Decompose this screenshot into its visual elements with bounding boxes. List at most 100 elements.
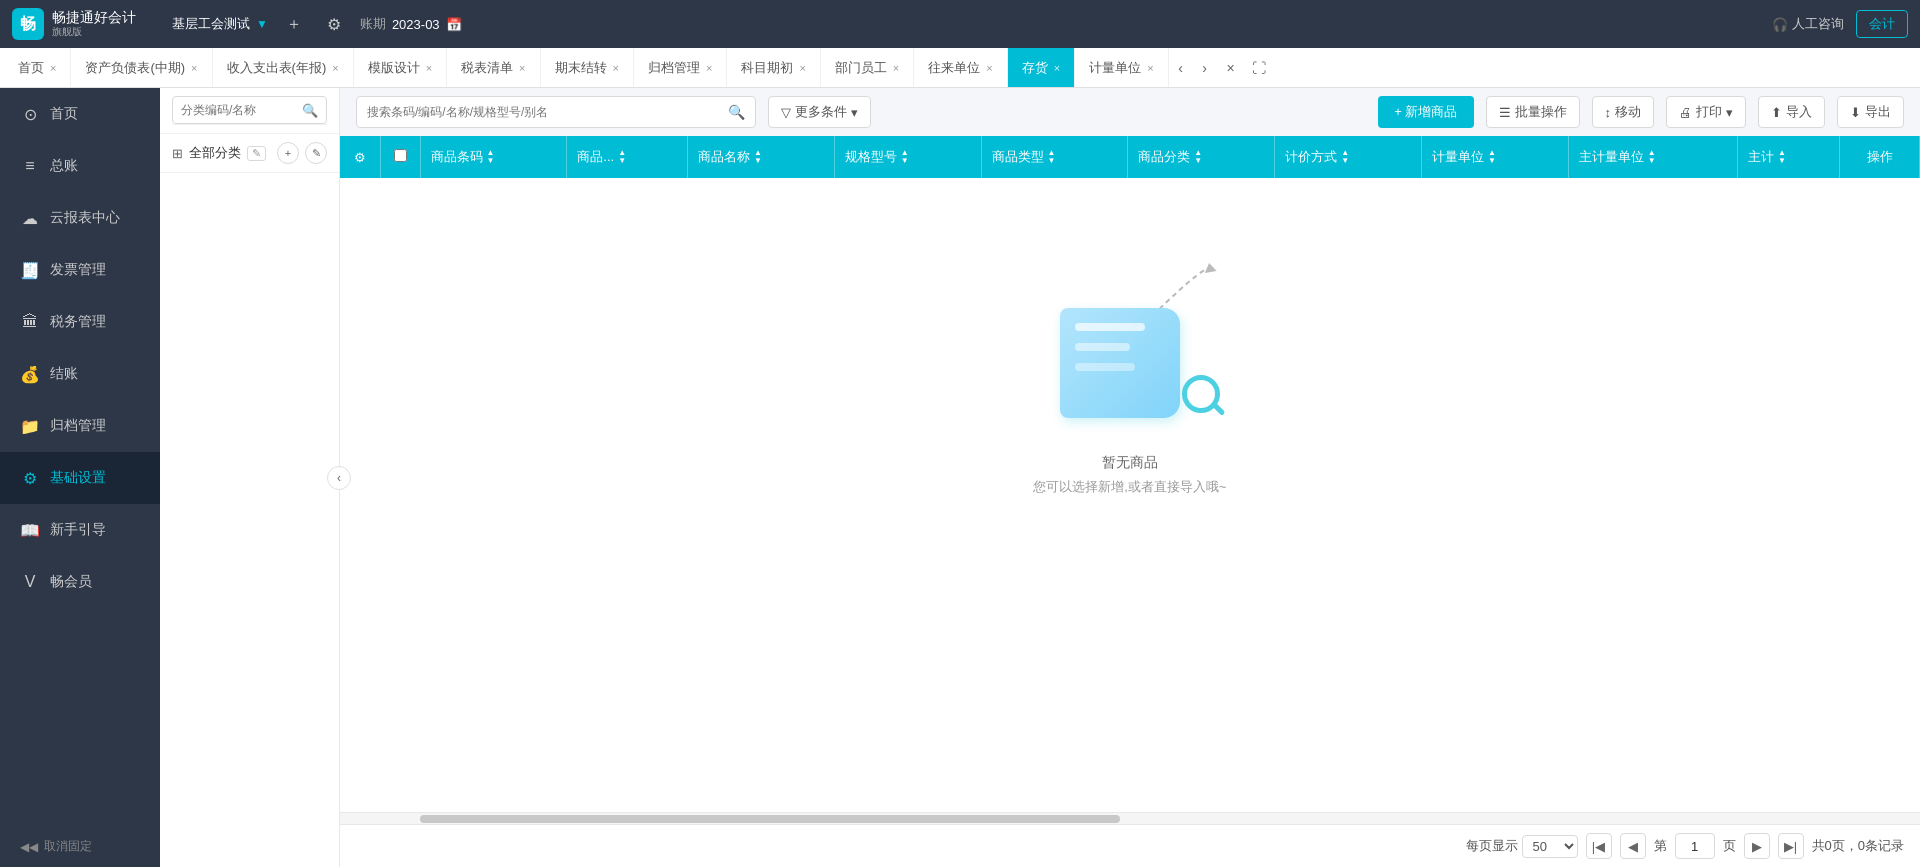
- horizontal-scrollbar[interactable]: [340, 812, 1920, 824]
- tab-期末结转[interactable]: 期末结转 ×: [541, 48, 634, 88]
- prev-page-button[interactable]: ◀: [1620, 833, 1646, 859]
- tab-close-往来单位[interactable]: ×: [986, 62, 992, 74]
- tab-close-科目期初[interactable]: ×: [799, 62, 805, 74]
- th-main-unit[interactable]: 主计量单位 ▲▼: [1568, 136, 1737, 178]
- product-search-bar[interactable]: 🔍: [356, 96, 756, 128]
- import-button[interactable]: ⬆ 导入: [1758, 96, 1825, 128]
- tab-scroll-right[interactable]: ›: [1193, 48, 1217, 88]
- category-search-input[interactable]: 🔍: [172, 96, 327, 124]
- tab-税表清单[interactable]: 税表清单 ×: [447, 48, 540, 88]
- product-search-input[interactable]: [367, 105, 722, 119]
- category-header: 🔍: [160, 88, 339, 134]
- tab-部门员工[interactable]: 部门员工 ×: [821, 48, 914, 88]
- th-settings[interactable]: ⚙: [340, 136, 380, 178]
- all-category-row[interactable]: ⊞ 全部分类 ✎ + ✎: [160, 134, 339, 173]
- tab-存货[interactable]: 存货 ×: [1008, 48, 1075, 88]
- th-category[interactable]: 商品分类 ▲▼: [1128, 136, 1275, 178]
- tab-往来单位[interactable]: 往来单位 ×: [914, 48, 1007, 88]
- period-area: 账期 2023-03 📅: [360, 15, 462, 33]
- sidebar-item-member[interactable]: V 畅会员: [0, 556, 160, 608]
- edit-category-button[interactable]: ✎: [305, 142, 327, 164]
- th-checkbox[interactable]: [380, 136, 420, 178]
- print-icon: 🖨: [1679, 105, 1692, 120]
- tab-close-首页[interactable]: ×: [50, 62, 56, 74]
- export-button[interactable]: ⬇ 导出: [1837, 96, 1904, 128]
- empty-state-row: 暂无商品 您可以选择新增,或者直接导入哦~: [340, 178, 1920, 576]
- empty-state: 暂无商品 您可以选择新增,或者直接导入哦~: [340, 178, 1920, 576]
- tab-收入支出表[interactable]: 收入支出表(年报) ×: [213, 48, 354, 88]
- tab-close-资产负债表[interactable]: ×: [191, 62, 197, 74]
- add-category-button[interactable]: +: [277, 142, 299, 164]
- page-size-select[interactable]: 50 10 20 100: [1522, 835, 1578, 858]
- tab-scroll-left[interactable]: ‹: [1169, 48, 1193, 88]
- tab-expand[interactable]: ⛶: [1245, 48, 1273, 88]
- th-main-count[interactable]: 主计 ▲▼: [1738, 136, 1840, 178]
- guide-icon: 📖: [20, 521, 40, 540]
- th-type[interactable]: 商品类型 ▲▼: [981, 136, 1128, 178]
- tab-close-all[interactable]: ×: [1217, 48, 1245, 88]
- sidebar-item-settings[interactable]: ⚙ 基础设置: [0, 452, 160, 504]
- sidebar-item-reports[interactable]: ☁ 云报表中心: [0, 192, 160, 244]
- tab-close-税表清单[interactable]: ×: [519, 62, 525, 74]
- th-name[interactable]: 商品名称 ▲▼: [687, 136, 834, 178]
- product-search-icon[interactable]: 🔍: [728, 104, 745, 120]
- tab-close-计量单位[interactable]: ×: [1147, 62, 1153, 74]
- app-logo-text: 畅捷通好会计 旗舰版: [52, 9, 136, 40]
- th-spec[interactable]: 规格型号 ▲▼: [834, 136, 981, 178]
- more-filter-button[interactable]: ▽ 更多条件 ▾: [768, 96, 871, 128]
- category-search-area: 🔍: [172, 96, 327, 125]
- collapse-panel-button[interactable]: ‹: [327, 466, 351, 490]
- app-logo-icon: 畅: [12, 8, 44, 40]
- empty-desc: 您可以选择新增,或者直接导入哦~: [1033, 478, 1226, 496]
- action-bar: 🔍 ▽ 更多条件 ▾ + 新增商品 ☰ 批量操作: [340, 88, 1920, 136]
- sidebar-unpin-button[interactable]: ◀◀ 取消固定: [0, 826, 160, 867]
- settings-button[interactable]: ⚙: [320, 10, 348, 38]
- edit-category-icon[interactable]: ✎: [247, 146, 266, 161]
- sidebar-item-close[interactable]: 💰 结账: [0, 348, 160, 400]
- first-page-button[interactable]: |◀: [1586, 833, 1612, 859]
- tab-close-部门员工[interactable]: ×: [893, 62, 899, 74]
- company-selector[interactable]: 基层工会测试 ▼: [172, 15, 268, 33]
- sidebar-item-home[interactable]: ⊙ 首页: [0, 88, 160, 140]
- th-barcode[interactable]: 商品条码 ▲▼: [420, 136, 567, 178]
- tab-模版设计[interactable]: 模版设计 ×: [354, 48, 447, 88]
- sidebar-item-ledger[interactable]: ≡ 总账: [0, 140, 160, 192]
- tab-归档管理[interactable]: 归档管理 ×: [634, 48, 727, 88]
- main-content: 🔍 ▽ 更多条件 ▾ + 新增商品 ☰ 批量操作: [340, 88, 1920, 867]
- pagination-bar: 每页显示 50 10 20 100 |◀ ◀ 第 页 ▶ ▶|: [340, 824, 1920, 867]
- batch-icon: ☰: [1499, 105, 1511, 120]
- batch-operation-button[interactable]: ☰ 批量操作: [1486, 96, 1580, 128]
- archive-icon: 📁: [20, 417, 40, 436]
- move-button[interactable]: ↕ 移动: [1592, 96, 1655, 128]
- last-page-button[interactable]: ▶|: [1778, 833, 1804, 859]
- tab-close-归档管理[interactable]: ×: [706, 62, 712, 74]
- add-tab-button[interactable]: ＋: [280, 10, 308, 38]
- scroll-thumb[interactable]: [420, 815, 1120, 823]
- tab-首页[interactable]: 首页 ×: [4, 48, 71, 88]
- th-code[interactable]: 商品... ▲▼: [567, 136, 688, 178]
- tab-计量单位[interactable]: 计量单位 ×: [1075, 48, 1168, 88]
- th-unit[interactable]: 计量单位 ▲▼: [1421, 136, 1568, 178]
- next-page-button[interactable]: ▶: [1744, 833, 1770, 859]
- page-number-input[interactable]: [1675, 833, 1715, 859]
- tab-close-模版设计[interactable]: ×: [426, 62, 432, 74]
- print-button[interactable]: 🖨 打印 ▾: [1666, 96, 1746, 128]
- th-price-method[interactable]: 计价方式 ▲▼: [1275, 136, 1422, 178]
- tab-close-存货[interactable]: ×: [1054, 62, 1060, 74]
- kuaiji-button[interactable]: 会计: [1856, 10, 1908, 38]
- tab-资产负债表[interactable]: 资产负债表(中期) ×: [71, 48, 212, 88]
- tab-close-收入支出表[interactable]: ×: [332, 62, 338, 74]
- tab-科目期初[interactable]: 科目期初 ×: [727, 48, 820, 88]
- category-search-icon[interactable]: 🔍: [302, 103, 318, 118]
- sidebar-item-archive[interactable]: 📁 归档管理: [0, 400, 160, 452]
- add-product-button[interactable]: + 新增商品: [1378, 96, 1473, 128]
- tab-close-期末结转[interactable]: ×: [613, 62, 619, 74]
- sidebar-item-invoice[interactable]: 🧾 发票管理: [0, 244, 160, 296]
- select-all-checkbox[interactable]: [394, 149, 407, 162]
- page-size-selector: 每页显示 50 10 20 100: [1466, 835, 1578, 858]
- sidebar-item-guide[interactable]: 📖 新手引导: [0, 504, 160, 556]
- calendar-icon[interactable]: 📅: [446, 17, 462, 32]
- category-search-field[interactable]: [181, 103, 302, 117]
- customer-service-button[interactable]: 🎧 人工咨询: [1772, 15, 1844, 33]
- sidebar-item-tax[interactable]: 🏛 税务管理: [0, 296, 160, 348]
